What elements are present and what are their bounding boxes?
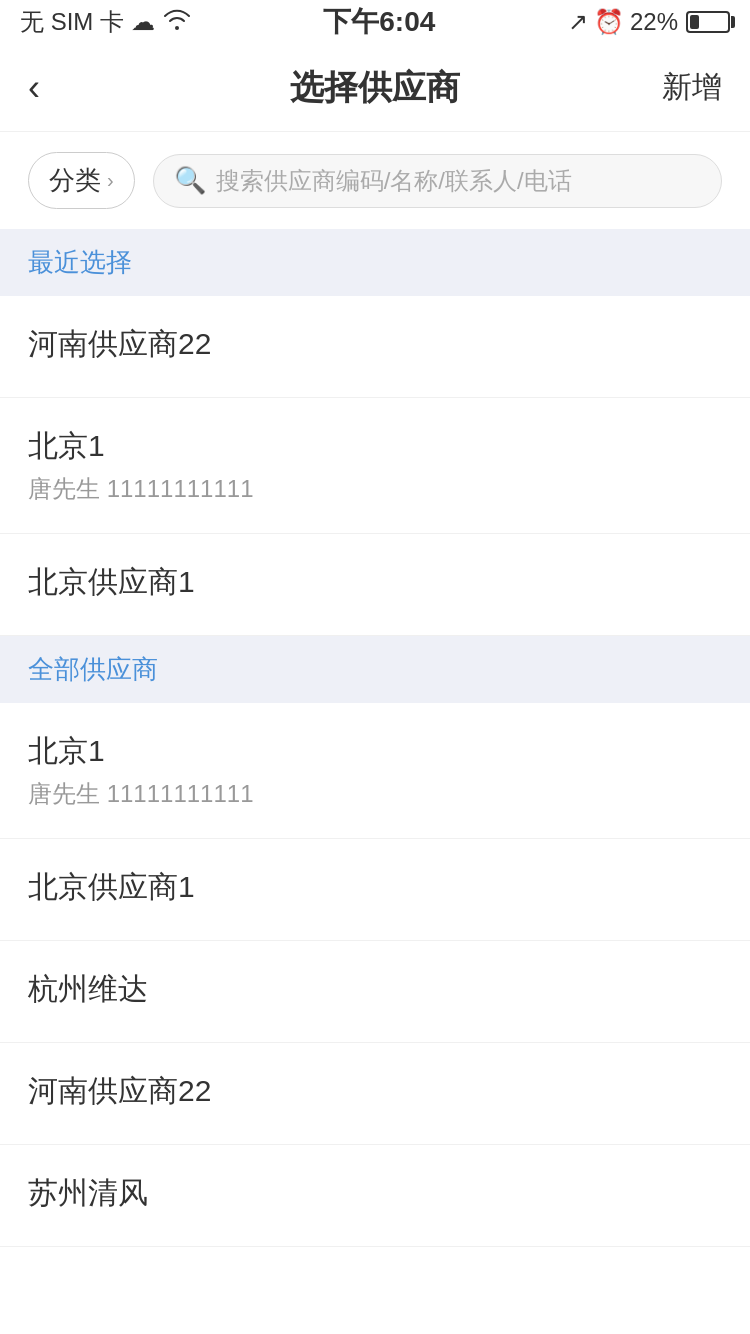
item-sub: 唐先生 11111111111: [28, 778, 722, 810]
item-name: 北京1: [28, 731, 722, 772]
category-arrow-icon: ›: [107, 169, 114, 192]
item-name: 北京供应商1: [28, 562, 722, 603]
item-name: 河南供应商22: [28, 1071, 722, 1112]
back-button[interactable]: ‹: [28, 67, 88, 109]
location-icon: ↗: [568, 8, 588, 36]
search-bar: 分类 › 🔍 搜索供应商编码/名称/联系人/电话: [0, 132, 750, 229]
item-name: 北京供应商1: [28, 867, 722, 908]
item-sub: 唐先生 11111111111: [28, 473, 722, 505]
recent-section-label: 最近选择: [28, 247, 132, 277]
all-list-item[interactable]: 河南供应商22: [0, 1043, 750, 1145]
status-right: ↗ ⏰ 22%: [568, 8, 730, 36]
status-time: 下午6:04: [323, 3, 435, 41]
search-input[interactable]: 搜索供应商编码/名称/联系人/电话: [216, 165, 572, 197]
all-list: 北京1 唐先生 11111111111 北京供应商1 杭州维达河南供应商22 苏州清风: [0, 703, 750, 1247]
item-name: 河南供应商22: [28, 324, 722, 365]
recent-list-item[interactable]: 北京供应商1: [0, 534, 750, 636]
category-button[interactable]: 分类 ›: [28, 152, 135, 209]
battery-icon: [686, 11, 730, 33]
all-list-item[interactable]: 杭州维达: [0, 941, 750, 1043]
category-label: 分类: [49, 163, 101, 198]
all-section-header: 全部供应商: [0, 636, 750, 703]
wifi-icon: [163, 8, 191, 36]
all-list-item[interactable]: 苏州清风: [0, 1145, 750, 1247]
recent-list-item[interactable]: 北京1 唐先生 11111111111: [0, 398, 750, 534]
all-section-label: 全部供应商: [28, 654, 158, 684]
alarm-icon: ⏰: [594, 8, 624, 36]
add-button[interactable]: 新增: [662, 67, 722, 108]
item-name: 杭州维达: [28, 969, 722, 1010]
no-sim-label: 无 SIM 卡 ☁: [20, 6, 155, 38]
search-input-wrap[interactable]: 🔍 搜索供应商编码/名称/联系人/电话: [153, 154, 722, 208]
recent-section-header: 最近选择: [0, 229, 750, 296]
recent-list-item[interactable]: 河南供应商22: [0, 296, 750, 398]
page-title: 选择供应商: [290, 65, 460, 111]
nav-bar: ‹ 选择供应商 新增: [0, 44, 750, 132]
item-name: 北京1: [28, 426, 722, 467]
battery-percentage: 22%: [630, 8, 678, 36]
search-icon: 🔍: [174, 165, 206, 196]
status-left: 无 SIM 卡 ☁: [20, 6, 191, 38]
recent-list: 河南供应商22 北京1 唐先生 11111111111 北京供应商1: [0, 296, 750, 636]
all-list-item[interactable]: 北京1 唐先生 11111111111: [0, 703, 750, 839]
item-name: 苏州清风: [28, 1173, 722, 1214]
status-bar: 无 SIM 卡 ☁ 下午6:04 ↗ ⏰ 22%: [0, 0, 750, 44]
all-list-item[interactable]: 北京供应商1: [0, 839, 750, 941]
